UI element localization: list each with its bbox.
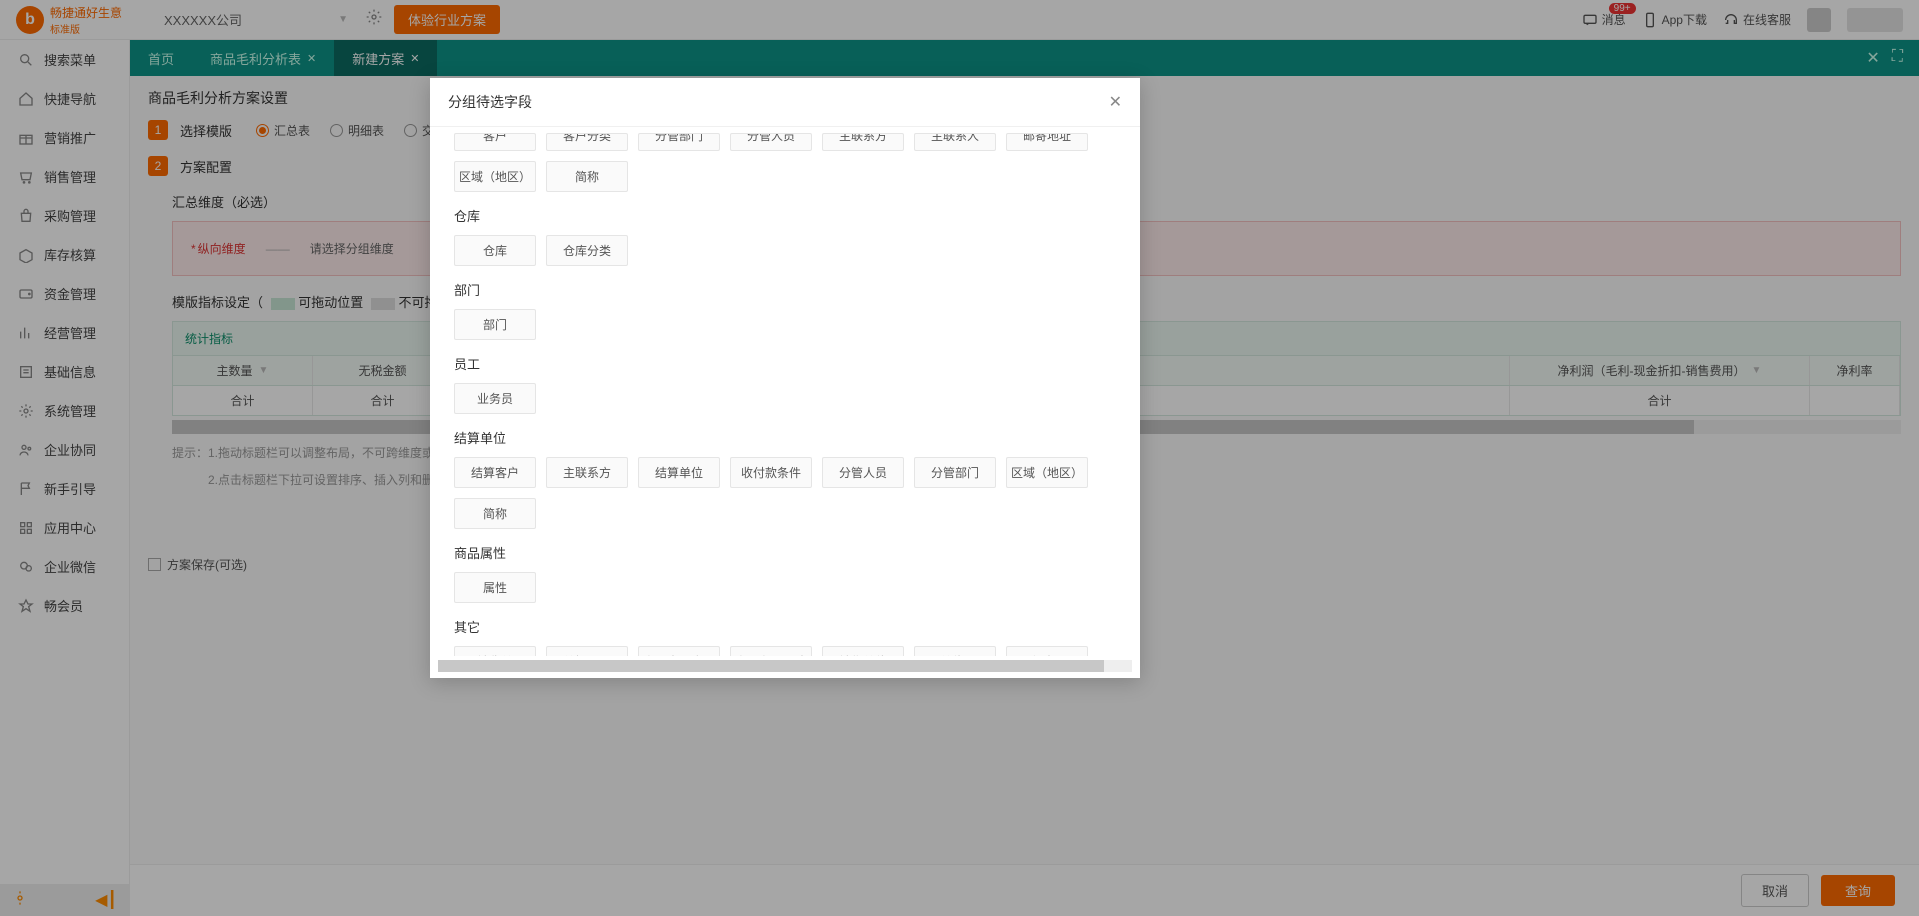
group-attr: 商品属性 属性 (454, 543, 1116, 603)
field-chip[interactable]: 销售单位 (822, 646, 904, 656)
group-settle: 结算单位 结算客户 主联系方 结算单位 收付款条件 分管人员 分管部门 区域（地… (454, 428, 1116, 529)
field-chip[interactable]: 分管人员 (822, 457, 904, 488)
close-icon[interactable]: ✕ (1109, 92, 1122, 112)
field-chip[interactable]: 主联系方 (822, 133, 904, 151)
group-warehouse: 仓库 仓库 仓库分类 (454, 206, 1116, 266)
field-chip[interactable]: 分管部门 (638, 133, 720, 151)
field-chip[interactable]: 简称 (546, 161, 628, 192)
modal-header: 分组待选字段 ✕ (430, 78, 1140, 127)
field-chip[interactable]: 主计量 (1006, 646, 1088, 656)
field-chip[interactable]: 收付款条件 (730, 457, 812, 488)
field-chip[interactable]: 属性 (454, 572, 536, 603)
field-chip[interactable]: 客户 (454, 133, 536, 151)
field-chip[interactable]: 业务员 (454, 383, 536, 414)
field-chip[interactable]: 仓库 (454, 235, 536, 266)
field-chip[interactable]: 主联系人 (914, 133, 996, 151)
field-chip[interactable]: 客户分类 (546, 133, 628, 151)
group-department: 部门 部门 (454, 280, 1116, 340)
field-chip[interactable]: 区域（地区） (454, 161, 536, 192)
modal-title: 分组待选字段 (448, 92, 532, 112)
chip-row: 区域（地区） 简称 (454, 161, 1116, 192)
field-chip[interactable]: 商品来源应用 (638, 646, 720, 656)
field-chip[interactable]: 部门 (454, 309, 536, 340)
modal-body: 客户 客户分类 分管部门 分管人员 主联系方 主联系人 邮寄地址 区域（地区） … (430, 127, 1140, 656)
field-chip[interactable]: 简称 (454, 498, 536, 529)
group-staff: 员工 业务员 (454, 354, 1116, 414)
field-chip[interactable]: 商品有无图片 (730, 646, 812, 656)
group-other: 其它 销货单 单据日期 商品来源应用 商品有无图片 销售单位 单位2 主计量 制… (454, 617, 1116, 656)
field-chip[interactable]: 销货单 (454, 646, 536, 656)
field-chip[interactable]: 分管部门 (914, 457, 996, 488)
field-chip[interactable]: 单位2 (914, 646, 996, 656)
field-chip[interactable]: 邮寄地址 (1006, 133, 1088, 151)
field-chip[interactable]: 仓库分类 (546, 235, 628, 266)
partial-row: 客户 客户分类 分管部门 分管人员 主联系方 主联系人 邮寄地址 (454, 133, 1116, 151)
field-chip[interactable]: 单据日期 (546, 646, 628, 656)
modal-h-scrollbar[interactable] (438, 660, 1132, 672)
group-fields-modal: 分组待选字段 ✕ 客户 客户分类 分管部门 分管人员 主联系方 主联系人 邮寄地… (430, 78, 1140, 678)
field-chip[interactable]: 主联系方 (546, 457, 628, 488)
field-chip[interactable]: 分管人员 (730, 133, 812, 151)
field-chip[interactable]: 结算客户 (454, 457, 536, 488)
field-chip[interactable]: 区域（地区） (1006, 457, 1088, 488)
field-chip[interactable]: 结算单位 (638, 457, 720, 488)
